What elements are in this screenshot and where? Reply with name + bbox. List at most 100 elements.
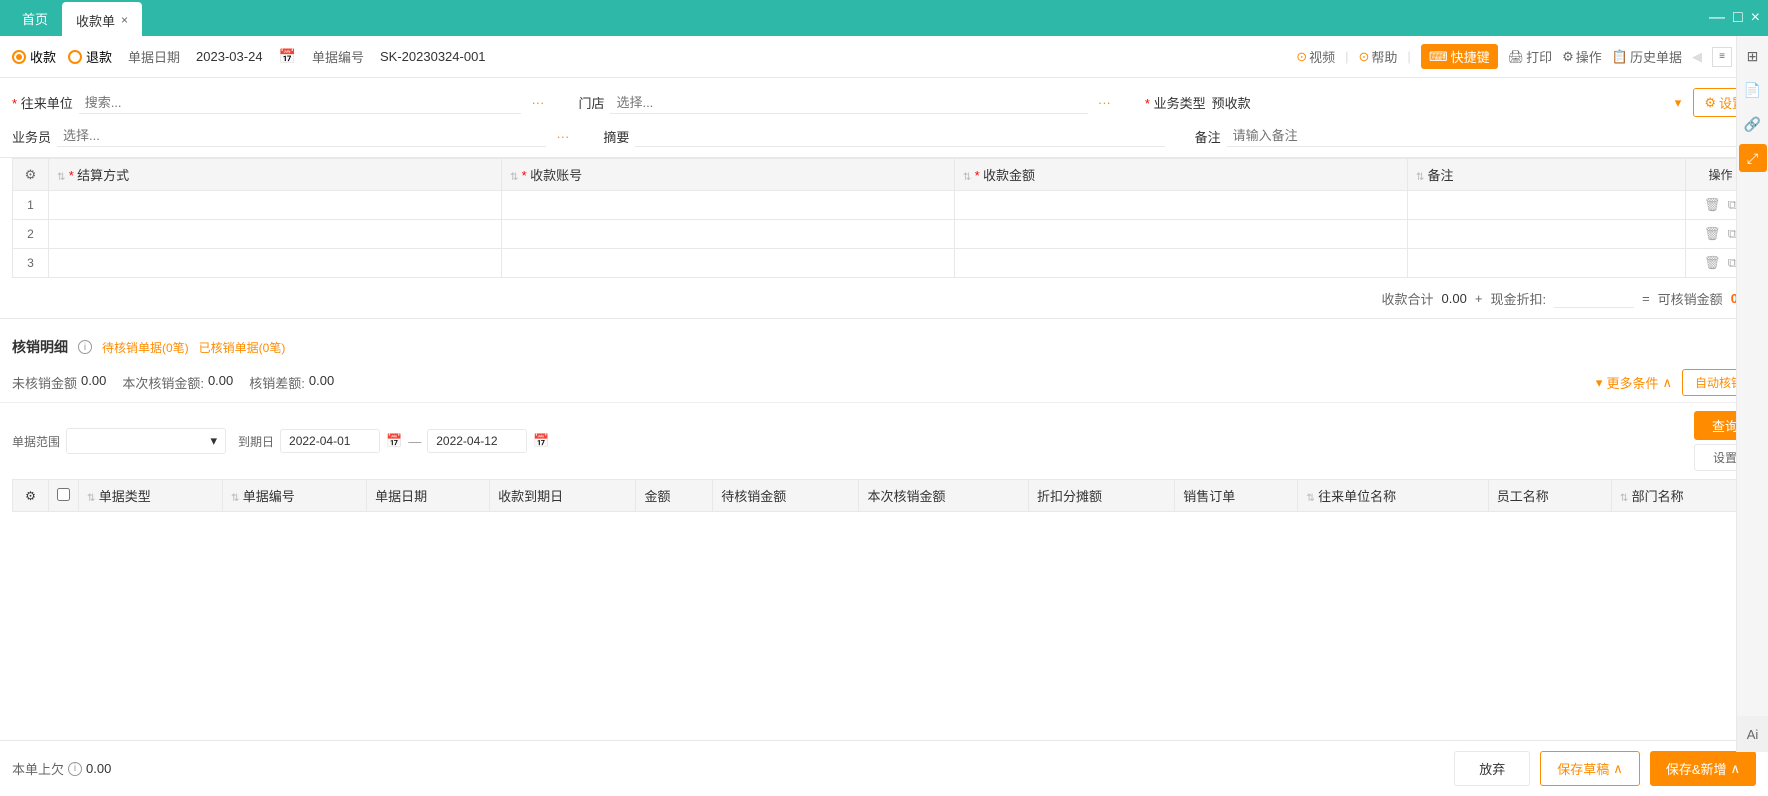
print-btn[interactable]: 🖨 打印 [1508,47,1553,66]
calendar-icon[interactable]: 📅 [279,48,296,65]
sales-input[interactable] [57,125,546,147]
bottom-value: 0.00 [86,761,111,776]
ai-badge[interactable]: Ai [1736,716,1768,752]
row-3-settlement[interactable] [49,249,502,278]
store-input[interactable] [610,92,1087,114]
sub-th-check[interactable] [49,480,79,512]
current-value: 0.00 [208,373,233,392]
sub-th-discount: 折扣分摊额 [1028,480,1174,512]
diff-value: 0.00 [309,373,334,392]
tab-home[interactable]: 首页 [8,0,62,36]
row-1-remark[interactable] [1407,191,1685,220]
close-icon[interactable]: × [1751,9,1760,27]
vendor-input[interactable] [79,92,522,114]
radio-refund[interactable]: 退款 [68,47,112,66]
row-2-remark[interactable] [1407,220,1685,249]
tab-current[interactable]: 收款单 × [62,2,142,38]
row-1-account[interactable] [501,191,954,220]
print-icon: 🖨 [1508,49,1525,65]
sub-th-due-date: 收款到期日 [490,480,636,512]
minimize-icon[interactable]: — [1709,9,1725,27]
range-chevron-icon: ▾ [210,433,217,449]
select-all-checkbox[interactable] [57,488,70,501]
due-date-to-input[interactable] [427,429,527,453]
verification-header: 核销明细 i 待核销单据(0笔) 已核销单据(0笔) [0,327,1768,363]
pending-tab-link[interactable]: 待核销单据(0笔) [102,339,189,356]
ops-btn[interactable]: ⚙ 操作 [1562,47,1602,66]
toolbar-right: ⊙ 视频 | ⊙ 帮助 | ⌨ 快捷键 🖨 打印 ⚙ 操作 📋 [1296,44,1756,69]
summary-row: 收款合计 0.00 + 现金折扣: = 可核销金额 0.00 [0,278,1768,319]
shortcut-label: 快捷键 [1451,47,1490,66]
history-btn[interactable]: 📋 历史单据 [1612,47,1682,66]
summary-input[interactable] [635,125,1164,147]
vendor-more-icon[interactable]: ··· [527,95,548,110]
store-more-icon[interactable]: ··· [1094,95,1115,110]
verification-table: ⚙ ⇅ 单据类型 ⇅ 单据编号 单据日期 [12,479,1756,512]
date-value[interactable]: 2023-03-24 [196,49,263,64]
store-label: 门店 [578,93,604,112]
sidebar-link-icon[interactable]: 🔗 [1739,110,1767,138]
shortcut-btn[interactable]: ⌨ 快捷键 [1421,44,1498,69]
row-2-amount[interactable] [954,220,1407,249]
save-draft-btn[interactable]: 保存草稿 ∧ [1540,751,1640,786]
row-2-settlement[interactable] [49,220,502,249]
sub-th-settings[interactable]: ⚙ [13,480,49,512]
video-btn[interactable]: ⊙ 视频 [1296,47,1335,66]
ops-icon: ⚙ [1562,49,1574,65]
due-date-label: 到期日 [238,433,274,450]
radio-receipt-label: 收款 [30,47,56,66]
sidebar-doc-icon[interactable]: 📄 [1739,76,1767,104]
sidebar-table-icon[interactable]: ⊞ [1739,42,1767,70]
more-conditions-btn[interactable]: ▾ 更多条件 ∧ [1596,373,1672,392]
filter-row: 单据范围 ▾ 到期日 📅 — 📅 查询 设置 [0,402,1768,479]
note-input[interactable] [1227,125,1756,147]
sales-more-icon[interactable]: ··· [552,129,573,144]
row-1-amount[interactable] [954,191,1407,220]
vendor-label: * 往来单位 [12,93,73,112]
tab-close-icon[interactable]: × [121,13,128,27]
abandon-btn[interactable]: 放弃 [1454,751,1530,786]
sub-table-header-row: ⚙ ⇅ 单据类型 ⇅ 单据编号 单据日期 [13,480,1756,512]
save-new-btn[interactable]: 保存&新增 ∧ [1650,751,1756,786]
table-section: ⚙ ⇅ * 结算方式 ⇅ * 收款账号 ⇅ * 收款 [0,158,1768,278]
biz-type-value[interactable]: 预收款 [1212,93,1251,112]
biz-type-field: * 业务类型 预收款 ▾ [1115,93,1681,112]
row-1-num: 1 [13,191,49,220]
sub-th-type: ⇅ 单据类型 [79,480,223,512]
due-date-from-input[interactable] [280,429,380,453]
help-btn[interactable]: ⊙ 帮助 [1359,47,1398,66]
row-1-delete-icon[interactable]: 🗑 [1704,197,1721,212]
range-label: 单据范围 [12,433,60,450]
bottom-info-icon[interactable]: i [68,762,82,776]
row-3-amount[interactable] [954,249,1407,278]
store-field: 门店 ··· [548,92,1114,114]
view-list-icon[interactable]: ≡ [1712,47,1732,67]
biz-type-label: * 业务类型 [1145,93,1206,112]
sub-th-pending: 待核销金额 [713,480,859,512]
discount-input[interactable] [1554,288,1634,308]
row-1-settlement[interactable] [49,191,502,220]
verification-info-icon[interactable]: i [78,340,92,354]
num-value[interactable]: SK-20230324-001 [380,49,486,64]
equals-sign: = [1642,291,1650,306]
row-3-account[interactable] [501,249,954,278]
sub-th-current: 本次核销金额 [859,480,1028,512]
history-label: 历史单据 [1630,47,1682,66]
restore-icon[interactable]: □ [1733,9,1743,27]
th-settings[interactable]: ⚙ [13,159,49,191]
range-select[interactable]: ▾ [66,428,226,454]
cal-to-icon[interactable]: 📅 [533,433,549,449]
row-2-account[interactable] [501,220,954,249]
table-settings-icon[interactable]: ⚙ [25,167,37,182]
table-row: 2 🗑 ⧉ [13,220,1756,249]
radio-receipt[interactable]: 收款 [12,47,56,66]
row-3-remark[interactable] [1407,249,1685,278]
th-account: ⇅ * 收款账号 [501,159,954,191]
cal-from-icon[interactable]: 📅 [386,433,402,449]
row-3-delete-icon[interactable]: 🗑 [1704,255,1721,270]
ai-label: Ai [1747,727,1759,742]
done-tab-link[interactable]: 已核销单据(0笔) [199,339,286,356]
row-2-delete-icon[interactable]: 🗑 [1704,226,1721,241]
sidebar-expand-icon[interactable]: ⤢ [1739,144,1767,172]
form-section: * 往来单位 ··· 门店 ··· * 业务类型 预收款 ▾ [0,78,1768,158]
